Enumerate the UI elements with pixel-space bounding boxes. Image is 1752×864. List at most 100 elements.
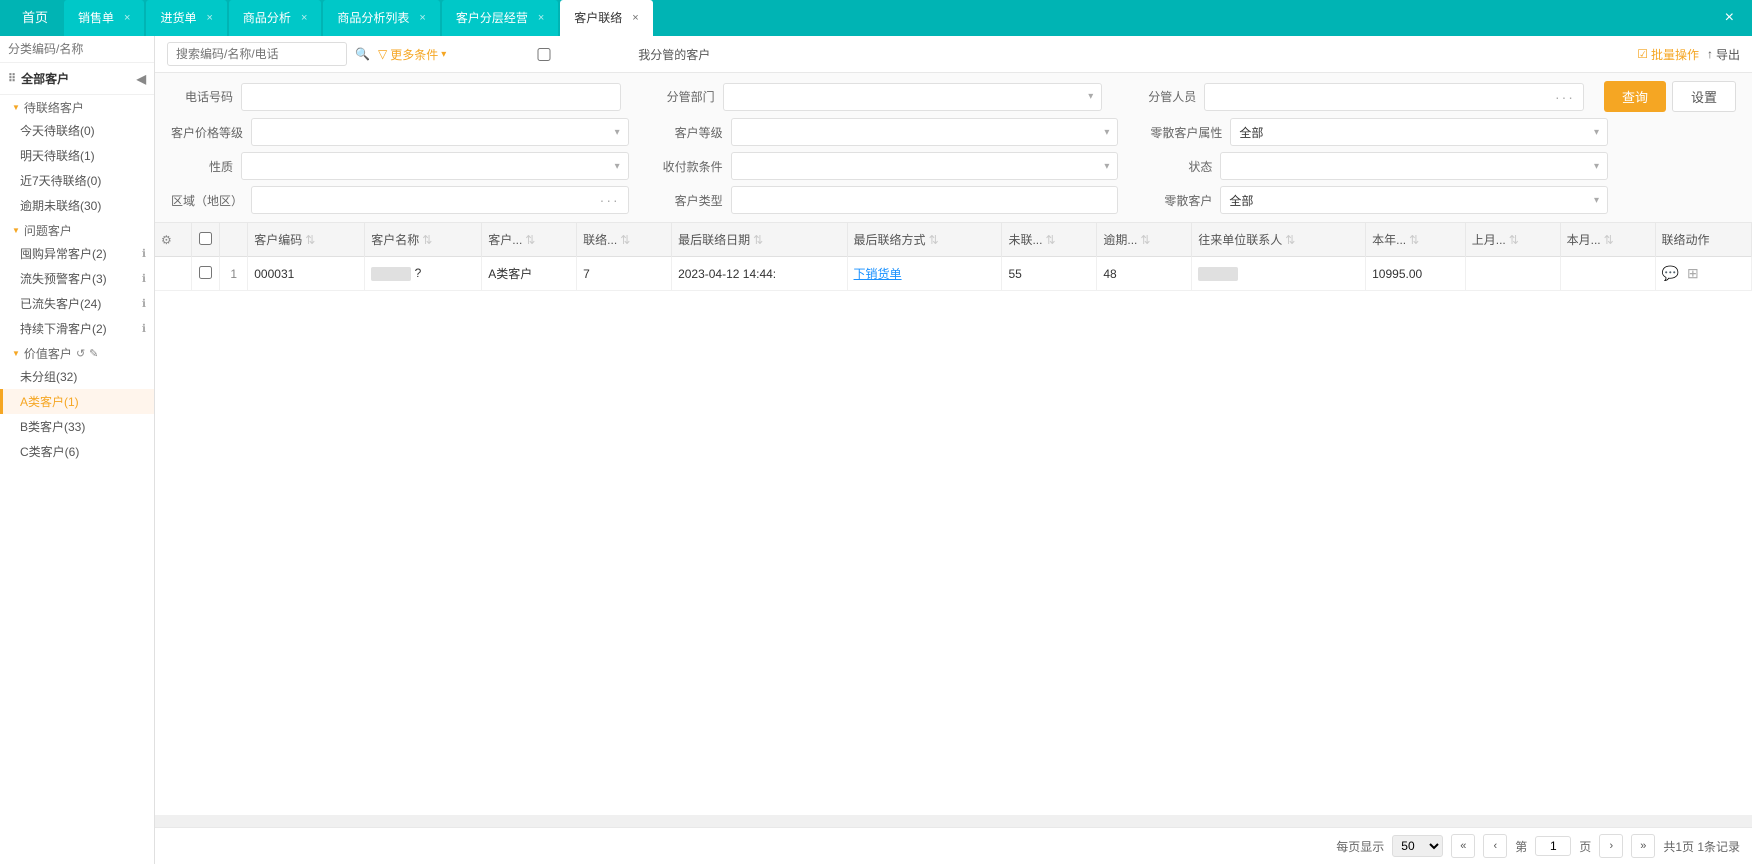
customer-level-dropdown[interactable]: ▾ xyxy=(731,118,1119,146)
next-page-button[interactable]: › xyxy=(1599,834,1623,858)
search-input[interactable] xyxy=(167,42,347,66)
row-checkbox[interactable] xyxy=(199,266,212,279)
payment-dropdown[interactable]: ▾ xyxy=(731,152,1119,180)
th-no-contact[interactable]: 未联... ⇅ xyxy=(1002,223,1097,257)
page-input[interactable] xyxy=(1535,836,1571,856)
export-button[interactable]: ↑ 导出 xyxy=(1707,46,1740,63)
dept-dropdown[interactable]: ▾ xyxy=(723,83,1103,111)
per-page-select[interactable]: 50 100 200 xyxy=(1392,835,1443,857)
sidebar-item-declining[interactable]: 持续下滑客户(2) ℹ xyxy=(0,316,154,341)
td-no-contact: 55 xyxy=(1002,257,1097,291)
horizontal-scrollbar[interactable] xyxy=(155,815,1752,827)
tab-product-analysis-list[interactable]: 商品分析列表 × xyxy=(323,0,439,36)
close-all-button[interactable]: × xyxy=(1715,9,1744,27)
close-customer-contact-tab[interactable]: × xyxy=(632,0,638,36)
set-button[interactable]: 设置 xyxy=(1672,81,1736,112)
filter-region: 区域（地区） ··· xyxy=(171,186,629,214)
last-page-button[interactable]: » xyxy=(1631,834,1655,858)
home-tab[interactable]: 首页 xyxy=(8,0,62,36)
th-name[interactable]: 客户名称 ⇅ xyxy=(365,223,482,257)
table-settings-icon[interactable]: ⚙ xyxy=(161,233,172,247)
th-this-year[interactable]: 本年... ⇅ xyxy=(1366,223,1466,257)
sort-contact-count-icon: ⇅ xyxy=(620,233,630,247)
region-input[interactable]: ··· xyxy=(251,186,629,214)
declining-info-icon[interactable]: ℹ xyxy=(142,322,146,335)
select-all-checkbox[interactable] xyxy=(199,232,212,245)
filter-retail-attr: 零散客户属性 全部 ▾ xyxy=(1150,118,1608,146)
value-edit-icon[interactable]: ✎ xyxy=(89,347,98,360)
churned-info-icon[interactable]: ℹ xyxy=(142,297,146,310)
chat-action-icon[interactable]: 💬 xyxy=(1662,265,1679,282)
mine-checkbox-input[interactable] xyxy=(454,48,634,61)
filter-person: 分管人员 ··· xyxy=(1134,83,1584,111)
sidebar-item-churned[interactable]: 已流失客户(24) ℹ xyxy=(0,291,154,316)
tab-product-analysis[interactable]: 商品分析 × xyxy=(229,0,321,36)
prev-page-button[interactable]: ‹ xyxy=(1483,834,1507,858)
group-value-triangle: ▼ xyxy=(12,349,20,358)
sidebar-item-7days-pending[interactable]: 近7天待联络(0) xyxy=(0,168,154,193)
th-contact-person[interactable]: 往来单位联系人 ⇅ xyxy=(1192,223,1366,257)
td-name: ? xyxy=(365,257,482,291)
page-label: 第 xyxy=(1515,838,1527,855)
tab-sales[interactable]: 销售单 × xyxy=(64,0,144,36)
search-button-icon[interactable]: 🔍 xyxy=(355,47,370,61)
price-level-arrow-icon: ▾ xyxy=(615,127,620,138)
filter-icon: ▽ xyxy=(378,47,387,61)
sidebar-item-churn-warning[interactable]: 流失预警客户(3) ℹ xyxy=(0,266,154,291)
sidebar-item-unclassified[interactable]: 未分组(32) xyxy=(0,364,154,389)
sidebar-item-class-c[interactable]: C类客户(6) xyxy=(0,439,154,464)
query-button[interactable]: 查询 xyxy=(1604,81,1666,112)
th-this-month[interactable]: 本月... ⇅ xyxy=(1560,223,1655,257)
tab-purchase[interactable]: 进货单 × xyxy=(146,0,226,36)
payment-arrow-icon: ▾ xyxy=(1104,161,1109,172)
close-purchase-tab[interactable]: × xyxy=(206,0,212,36)
sidebar-item-hoarding-abnormal[interactable]: 囤购异常客户(2) ℹ xyxy=(0,241,154,266)
nature-dropdown[interactable]: ▾ xyxy=(241,152,629,180)
close-sales-tab[interactable]: × xyxy=(124,0,130,36)
th-last-method[interactable]: 最后联络方式 ⇅ xyxy=(847,223,1002,257)
price-level-dropdown[interactable]: ▾ xyxy=(251,118,629,146)
retail-customer-dropdown[interactable]: 全部 ▾ xyxy=(1220,186,1608,214)
close-product-analysis-list-tab[interactable]: × xyxy=(419,0,425,36)
sort-last-date-icon: ⇅ xyxy=(753,233,763,247)
td-contact-person xyxy=(1192,257,1366,291)
sidebar-item-class-a[interactable]: A类客户(1) xyxy=(0,389,154,414)
th-contact-count[interactable]: 联络... ⇅ xyxy=(577,223,672,257)
status-arrow-icon: ▾ xyxy=(1594,161,1599,172)
retail-attr-dropdown[interactable]: 全部 ▾ xyxy=(1230,118,1608,146)
churn-warning-info-icon[interactable]: ℹ xyxy=(142,272,146,285)
phone-input[interactable] xyxy=(241,83,621,111)
th-overdue[interactable]: 逾期... ⇅ xyxy=(1097,223,1192,257)
sidebar-item-overdue-contact[interactable]: 逾期未联络(30) xyxy=(0,193,154,218)
filter-row-3: 性质 ▾ 收付款条件 ▾ 状态 xyxy=(171,152,1736,180)
grid-action-icon[interactable]: ⊞ xyxy=(1687,265,1699,282)
sidebar-item-today-pending[interactable]: 今天待联络(0) xyxy=(0,118,154,143)
th-type[interactable]: 客户... ⇅ xyxy=(482,223,577,257)
filter-retail-customer: 零散客户 全部 ▾ xyxy=(1150,186,1608,214)
nature-arrow-icon: ▾ xyxy=(615,161,620,172)
close-product-analysis-tab[interactable]: × xyxy=(301,0,307,36)
filter-mine-checkbox[interactable]: 我分管的客户 xyxy=(454,46,710,63)
person-input[interactable]: ··· xyxy=(1204,83,1584,111)
batch-checkbox-icon: ☑ xyxy=(1637,47,1648,61)
first-page-button[interactable]: « xyxy=(1451,834,1475,858)
sidebar-search-input[interactable] xyxy=(8,42,155,56)
batch-operation-button[interactable]: ☑ 批量操作 xyxy=(1637,46,1699,63)
last-method-link[interactable]: 下销货单 xyxy=(854,267,902,281)
hoarding-info-icon[interactable]: ℹ xyxy=(142,247,146,260)
value-refresh-icon[interactable]: ↺ xyxy=(76,347,85,360)
tab-customer-stratification[interactable]: 客户分层经营 × xyxy=(442,0,558,36)
status-dropdown[interactable]: ▾ xyxy=(1220,152,1608,180)
filter-more-button[interactable]: ▽ 更多条件 ▾ xyxy=(378,46,446,63)
sidebar-item-tomorrow-pending[interactable]: 明天待联络(1) xyxy=(0,143,154,168)
tab-customer-contact[interactable]: 客户联络 × xyxy=(560,0,652,36)
sidebar-item-class-b[interactable]: B类客户(33) xyxy=(0,414,154,439)
customer-type-input[interactable] xyxy=(731,186,1119,214)
sidebar-collapse-icon[interactable]: ◀ xyxy=(137,72,146,86)
th-last-date[interactable]: 最后联络日期 ⇅ xyxy=(672,223,847,257)
th-code[interactable]: 客户编码 ⇅ xyxy=(248,223,365,257)
th-last-month[interactable]: 上月... ⇅ xyxy=(1465,223,1560,257)
close-customer-stratification-tab[interactable]: × xyxy=(538,0,544,36)
pagination: 每页显示 50 100 200 « ‹ 第 页 › » 共1页 1条记录 xyxy=(155,827,1752,864)
sort-overdue-icon: ⇅ xyxy=(1140,233,1150,247)
